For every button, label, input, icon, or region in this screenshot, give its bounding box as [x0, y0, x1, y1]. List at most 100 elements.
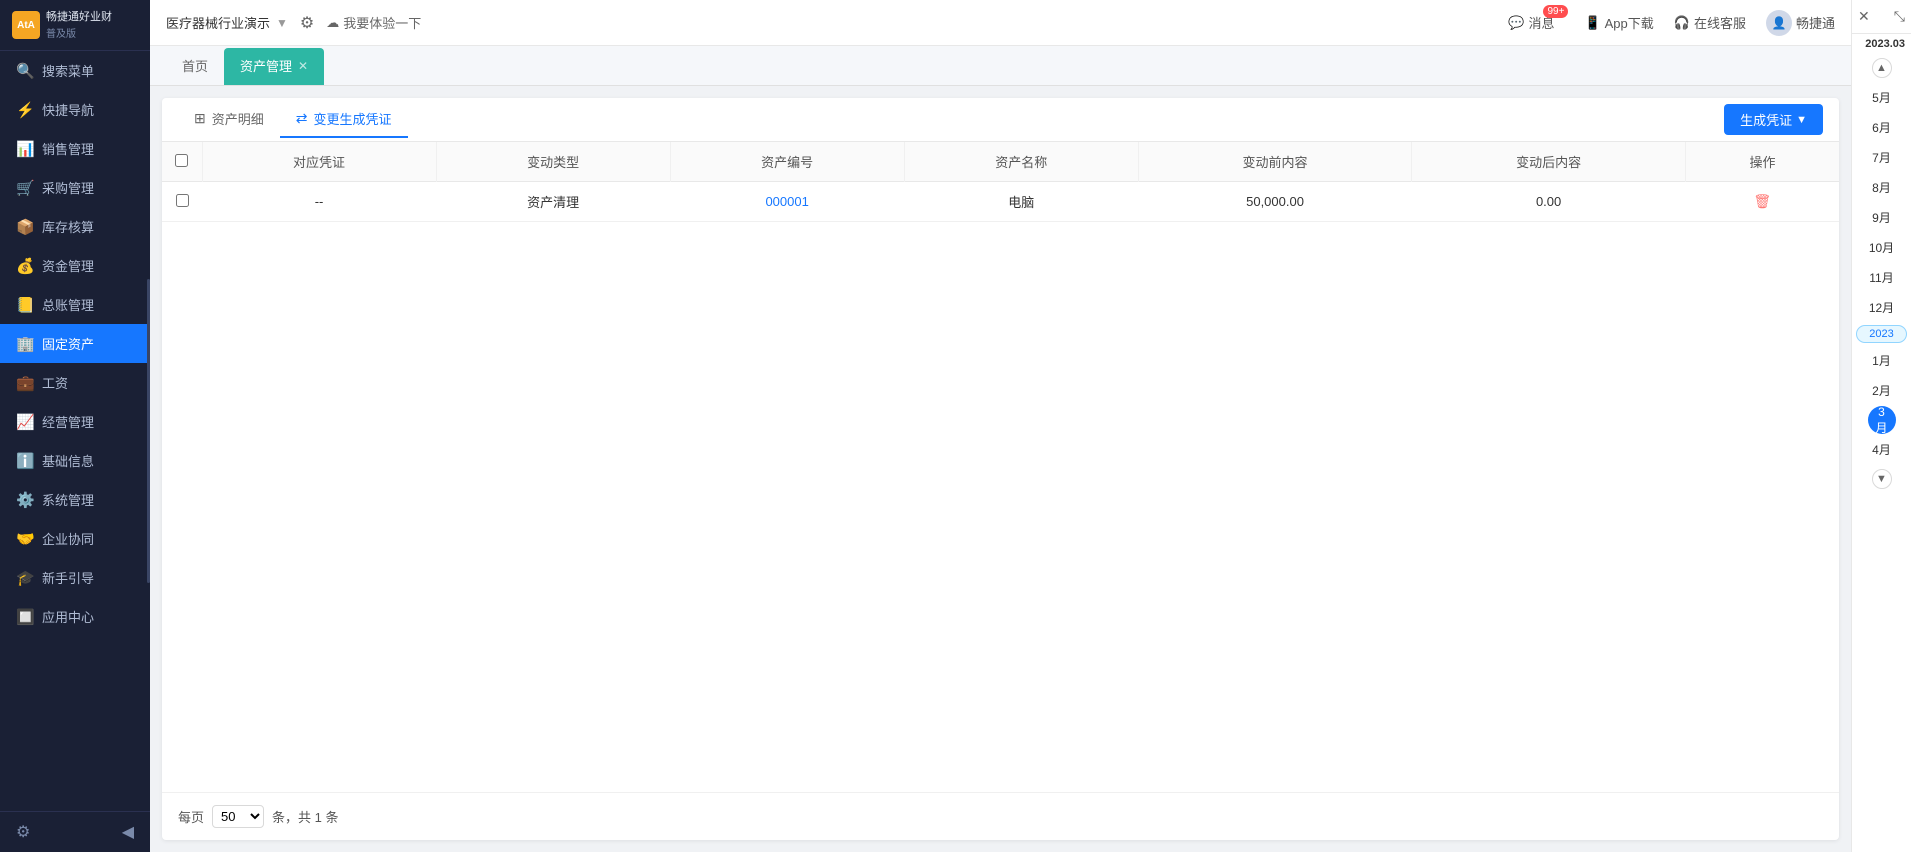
avatar: 👤 — [1766, 10, 1792, 36]
nav-icon: 💼 — [16, 374, 34, 392]
app-download-button[interactable]: 📱 App下载 — [1584, 13, 1653, 32]
pagination: 每页 50 10 20 100 条，共 1 条 — [162, 792, 1839, 840]
table-row: -- 资产清理 000001 电脑 50,000.00 0.00 🗑 — [162, 182, 1839, 222]
sub-tab-asset-detail[interactable]: ⊞ 资产明细 — [178, 101, 280, 138]
headset-icon: 🎧 — [1674, 15, 1690, 31]
message-icon: 💬 — [1508, 15, 1524, 31]
sidebar-item-销售管理[interactable]: 📊销售管理 — [0, 129, 150, 168]
month-item[interactable]: 1月 — [1856, 346, 1907, 375]
col-before: 变动前内容 — [1138, 142, 1412, 182]
col-after: 变动后内容 — [1412, 142, 1686, 182]
delete-icon[interactable]: 🗑 — [1753, 193, 1771, 209]
sidebar-item-企业协同[interactable]: 🤝企业协同 — [0, 519, 150, 558]
scroll-down-icon[interactable]: ▼ — [1852, 465, 1911, 493]
sidebar-item-经营管理[interactable]: 📈经营管理 — [0, 402, 150, 441]
per-page-label: 每页 — [178, 807, 204, 826]
month-item[interactable]: 11月 — [1856, 263, 1907, 292]
sidebar-item-基础信息[interactable]: ℹ️基础信息 — [0, 441, 150, 480]
nav-icon: 📈 — [16, 413, 34, 431]
cell-before: 50,000.00 — [1138, 182, 1412, 222]
col-action: 操作 — [1685, 142, 1839, 182]
total-label: 条，共 1 条 — [272, 807, 338, 826]
cell-change-type: 资产清理 — [436, 182, 670, 222]
month-item[interactable]: 12月 — [1856, 293, 1907, 322]
sidebar-item-快捷导航[interactable]: ⚡快捷导航 — [0, 90, 150, 129]
sidebar-item-总账管理[interactable]: 📒总账管理 — [0, 285, 150, 324]
year-label: 2023.03 — [1852, 34, 1911, 54]
topbar-right: 💬 消息 99+ 📱 App下载 🎧 在线客服 👤 畅捷通 — [1508, 10, 1835, 36]
month-item[interactable]: 8月 — [1856, 173, 1907, 202]
month-item[interactable]: 5月 — [1856, 83, 1907, 112]
nav-icon: 📊 — [16, 140, 34, 158]
scroll-up-icon[interactable]: ▲ — [1852, 54, 1911, 82]
sidebar-item-采购管理[interactable]: 🛒采购管理 — [0, 168, 150, 207]
sidebar-item-资金管理[interactable]: 💰资金管理 — [0, 246, 150, 285]
tabbar: 首页 资产管理 ✕ — [150, 46, 1851, 86]
col-voucher: 对应凭证 — [202, 142, 436, 182]
nav-icon: ⚙️ — [16, 491, 34, 509]
experience-button[interactable]: ☁ 我要体验一下 — [326, 13, 421, 32]
cloud-icon: ☁ — [326, 15, 339, 31]
tab-asset-management[interactable]: 资产管理 ✕ — [224, 48, 324, 85]
main-area: 医疗器械行业演示 ▼ ⚙ ☁ 我要体验一下 💬 消息 99+ 📱 App下载 🎧… — [150, 0, 1851, 852]
message-button[interactable]: 💬 消息 99+ — [1508, 13, 1554, 32]
nav-icon: 🛒 — [16, 179, 34, 197]
nav-icon: 🤝 — [16, 530, 34, 548]
month-item[interactable]: 4月 — [1856, 435, 1907, 464]
sidebar-footer: ⚙ ◀ — [0, 811, 150, 852]
chevron-down-icon: ▼ — [1796, 114, 1807, 126]
phone-icon: 📱 — [1584, 15, 1600, 31]
cell-asset-code: 000001 — [670, 182, 904, 222]
content-area: ⊞ 资产明细 ⇄ 变更生成凭证 生成凭证 ▼ 对应凭证 — [162, 98, 1839, 840]
sidebar-item-新手引导[interactable]: 🎓新手引导 — [0, 558, 150, 597]
company-selector[interactable]: 医疗器械行业演示 ▼ — [166, 13, 288, 32]
tab-close-icon[interactable]: ✕ — [298, 59, 308, 73]
topbar: 医疗器械行业演示 ▼ ⚙ ☁ 我要体验一下 💬 消息 99+ 📱 App下载 🎧… — [150, 0, 1851, 46]
panel-header: ✕ ⤡ — [1852, 0, 1911, 34]
row-checkbox[interactable] — [176, 194, 189, 207]
month-item[interactable]: 6月 — [1856, 113, 1907, 142]
settings-icon[interactable]: ⚙ — [16, 822, 30, 842]
settings-icon[interactable]: ⚙ — [300, 13, 314, 33]
select-all-checkbox[interactable] — [175, 154, 188, 167]
generate-voucher-button[interactable]: 生成凭证 ▼ — [1724, 104, 1823, 135]
nav-icon: ⚡ — [16, 101, 34, 119]
collapse-icon[interactable]: ◀ — [122, 822, 134, 842]
sidebar-item-库存核算[interactable]: 📦库存核算 — [0, 207, 150, 246]
nav-icon: 🔲 — [16, 608, 34, 626]
sidebar-item-应用中心[interactable]: 🔲应用中心 — [0, 597, 150, 636]
logo-icon: AtA — [12, 11, 40, 39]
current-month-item[interactable]: 3月 — [1868, 406, 1896, 434]
col-asset-name: 资产名称 — [904, 142, 1138, 182]
month-item[interactable]: 9月 — [1856, 203, 1907, 232]
user-menu[interactable]: 👤 畅捷通 — [1766, 10, 1835, 36]
sidebar-item-搜索菜单[interactable]: 🔍搜索菜单 — [0, 51, 150, 90]
app-name: 畅捷通好业财 — [46, 10, 112, 24]
sidebar: AtA 畅捷通好业财 普及版 🔍搜索菜单⚡快捷导航📊销售管理🛒采购管理📦库存核算… — [0, 0, 150, 852]
sidebar-menu: 🔍搜索菜单⚡快捷导航📊销售管理🛒采购管理📦库存核算💰资金管理📒总账管理🏢固定资产… — [0, 51, 150, 811]
exchange-icon: ⇄ — [296, 110, 308, 127]
table-icon: ⊞ — [194, 110, 206, 127]
month-item[interactable]: 2月 — [1856, 376, 1907, 405]
cell-asset-name: 电脑 — [904, 182, 1138, 222]
sidebar-item-固定资产[interactable]: 🏢固定资产 — [0, 324, 150, 363]
panel-expand-icon[interactable]: ⤡ — [1894, 8, 1905, 25]
online-service-button[interactable]: 🎧 在线客服 — [1674, 13, 1746, 32]
nav-icon: 🎓 — [16, 569, 34, 587]
nav-icon: 💰 — [16, 257, 34, 275]
sub-tab-change-voucher[interactable]: ⇄ 变更生成凭证 — [280, 101, 408, 138]
year-marker[interactable]: 2023 — [1856, 325, 1907, 343]
company-chevron-icon: ▼ — [276, 16, 288, 30]
cell-voucher: -- — [202, 182, 436, 222]
sidebar-item-工资[interactable]: 💼工资 — [0, 363, 150, 402]
sub-tabs: ⊞ 资产明细 ⇄ 变更生成凭证 生成凭证 ▼ — [162, 98, 1839, 142]
right-panel: ✕ ⤡ 2023.03 ▲ 5月6月7月8月9月10月11月12月 2023 1… — [1851, 0, 1911, 852]
month-item[interactable]: 7月 — [1856, 143, 1907, 172]
per-page-select[interactable]: 50 10 20 100 — [212, 805, 264, 828]
tab-home[interactable]: 首页 — [166, 48, 224, 85]
month-item[interactable]: 10月 — [1856, 233, 1907, 262]
col-asset-code: 资产编号 — [670, 142, 904, 182]
sidebar-item-系统管理[interactable]: ⚙️系统管理 — [0, 480, 150, 519]
panel-close-icon[interactable]: ✕ — [1858, 8, 1870, 25]
data-table-wrap: 对应凭证 变动类型 资产编号 资产名称 变动前内容 变动后内容 操作 -- 资产… — [162, 142, 1839, 792]
